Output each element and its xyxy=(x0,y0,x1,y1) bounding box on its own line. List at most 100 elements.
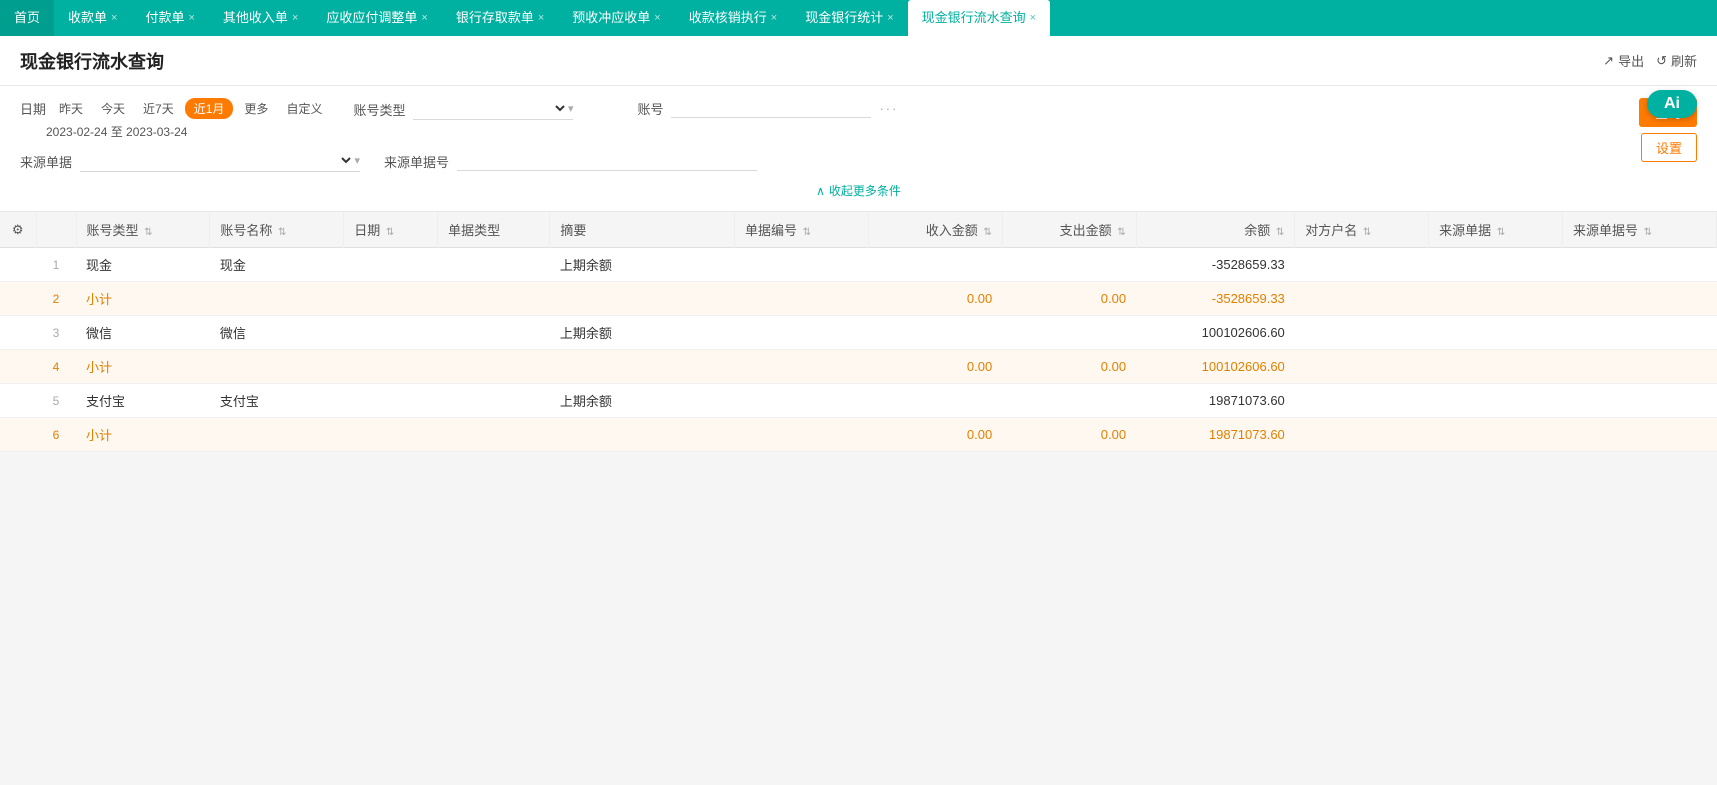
nav-payment-close[interactable]: × xyxy=(188,0,194,36)
cell-balance: 100102606.60 xyxy=(1136,350,1295,384)
date-btn-custom[interactable]: 自定义 xyxy=(279,98,329,119)
export-icon: ↗ xyxy=(1603,53,1614,69)
top-navigation: 首页 收款单 × 付款单 × 其他收入单 × 应收应付调整单 × 银行存取款单 … xyxy=(0,0,1717,36)
collapse-bar[interactable]: ∧ 收起更多条件 xyxy=(20,182,1697,199)
cell-source-doc xyxy=(1429,282,1563,316)
date-btn-1month[interactable]: 近1月 xyxy=(185,98,234,119)
cell-counterparty xyxy=(1295,282,1429,316)
cell-account-name xyxy=(210,282,344,316)
cell-date xyxy=(344,350,438,384)
cell-account-type: 小计 xyxy=(76,350,210,384)
cell-gear xyxy=(0,248,36,282)
export-button[interactable]: ↗ 导出 xyxy=(1603,51,1644,70)
nav-prepaid-offset[interactable]: 预收冲应收单 × xyxy=(558,0,674,36)
nav-receipt-verify[interactable]: 收款核销执行 × xyxy=(675,0,791,36)
nav-receipt-close[interactable]: × xyxy=(111,0,117,36)
cell-doc-type xyxy=(438,316,550,350)
column-balance[interactable]: 余额 ⇅ xyxy=(1136,212,1295,248)
column-date[interactable]: 日期 ⇅ xyxy=(344,212,438,248)
cell-income xyxy=(868,248,1002,282)
nav-receipt[interactable]: 收款单 × xyxy=(54,0,131,36)
nav-prepaid-close[interactable]: × xyxy=(654,0,660,36)
account-type-filter: 账号类型 ▾ xyxy=(353,98,613,120)
cell-counterparty xyxy=(1295,350,1429,384)
ai-badge[interactable]: Ai xyxy=(1647,90,1697,118)
column-index xyxy=(36,212,76,248)
cell-doc-no xyxy=(735,282,869,316)
column-source-doc[interactable]: 来源单据 ⇅ xyxy=(1429,212,1563,248)
cell-summary xyxy=(550,418,735,452)
cell-source-doc xyxy=(1429,248,1563,282)
cell-doc-no xyxy=(735,350,869,384)
table-header-row: ⚙ 账号类型 ⇅ 账号名称 ⇅ 日期 ⇅ 单据类型 摘要 单据编号 ⇅ 收入金额… xyxy=(0,212,1717,248)
cell-expense xyxy=(1002,316,1136,350)
cell-account-type: 微信 xyxy=(76,316,210,350)
cell-account-name: 微信 xyxy=(210,316,344,350)
account-label: 账号 xyxy=(637,99,663,118)
table-row: 1现金现金上期余额-3528659.33 xyxy=(0,248,1717,282)
nav-ar-ap-adjust[interactable]: 应收应付调整单 × xyxy=(312,0,441,36)
cell-account-name xyxy=(210,418,344,452)
cell-account-type: 支付宝 xyxy=(76,384,210,418)
cell-account-name: 现金 xyxy=(210,248,344,282)
nav-other-income-close[interactable]: × xyxy=(292,0,298,36)
nav-bank-deposit[interactable]: 银行存取款单 × xyxy=(442,0,558,36)
account-dots[interactable]: ··· xyxy=(879,101,898,116)
cell-date xyxy=(344,248,438,282)
page-title: 现金银行流水查询 xyxy=(20,48,164,74)
nav-ar-ap-close[interactable]: × xyxy=(421,0,427,36)
cell-income: 0.00 xyxy=(868,418,1002,452)
account-type-label: 账号类型 xyxy=(353,100,405,119)
source-doc-no-input[interactable] xyxy=(457,151,757,170)
cell-counterparty xyxy=(1295,248,1429,282)
account-type-select[interactable] xyxy=(413,98,567,119)
column-counterparty[interactable]: 对方户名 ⇅ xyxy=(1295,212,1429,248)
cell-index: 6 xyxy=(36,418,76,452)
date-btn-more[interactable]: 更多 xyxy=(237,98,275,119)
cell-doc-no xyxy=(735,384,869,418)
cell-source-doc-no xyxy=(1563,316,1717,350)
refresh-icon: ↺ xyxy=(1656,53,1667,69)
column-gear[interactable]: ⚙ xyxy=(0,212,36,248)
cell-balance: 19871073.60 xyxy=(1136,418,1295,452)
cell-index: 4 xyxy=(36,350,76,384)
date-btn-7days[interactable]: 近7天 xyxy=(136,98,181,119)
nav-receipt-verify-close[interactable]: × xyxy=(771,0,777,36)
column-account-type[interactable]: 账号类型 ⇅ xyxy=(76,212,210,248)
cell-gear xyxy=(0,282,36,316)
table-row: 2小计0.000.00-3528659.33 xyxy=(0,282,1717,316)
column-source-doc-no[interactable]: 来源单据号 ⇅ xyxy=(1563,212,1717,248)
cell-doc-type xyxy=(438,248,550,282)
nav-payment[interactable]: 付款单 × xyxy=(131,0,208,36)
settings-button[interactable]: 设置 xyxy=(1641,133,1697,162)
table-container: ⚙ 账号类型 ⇅ 账号名称 ⇅ 日期 ⇅ 单据类型 摘要 单据编号 ⇅ 收入金额… xyxy=(0,212,1717,452)
nav-bank-flow[interactable]: 现金银行流水查询 × xyxy=(908,0,1050,36)
nav-bank-stats-close[interactable]: × xyxy=(887,0,893,36)
nav-other-income[interactable]: 其他收入单 × xyxy=(209,0,312,36)
nav-bank-stats[interactable]: 现金银行统计 × xyxy=(791,0,907,36)
column-income[interactable]: 收入金额 ⇅ xyxy=(868,212,1002,248)
nav-bank-deposit-close[interactable]: × xyxy=(538,0,544,36)
source-doc-no-filter: 来源单据号 xyxy=(384,151,757,171)
cell-gear xyxy=(0,384,36,418)
date-btn-yesterday[interactable]: 昨天 xyxy=(52,98,90,119)
cell-doc-type xyxy=(438,418,550,452)
column-doc-no[interactable]: 单据编号 ⇅ xyxy=(735,212,869,248)
table-row: 4小计0.000.00100102606.60 xyxy=(0,350,1717,384)
data-table: ⚙ 账号类型 ⇅ 账号名称 ⇅ 日期 ⇅ 单据类型 摘要 单据编号 ⇅ 收入金额… xyxy=(0,212,1717,452)
source-doc-select[interactable] xyxy=(80,150,354,171)
column-expense[interactable]: 支出金额 ⇅ xyxy=(1002,212,1136,248)
account-input[interactable] xyxy=(671,98,871,117)
cell-source-doc-no xyxy=(1563,384,1717,418)
nav-home[interactable]: 首页 xyxy=(0,0,54,36)
cell-source-doc xyxy=(1429,316,1563,350)
column-account-name[interactable]: 账号名称 ⇅ xyxy=(210,212,344,248)
refresh-button[interactable]: ↺ 刷新 xyxy=(1656,51,1697,70)
cell-doc-type xyxy=(438,384,550,418)
account-input-wrapper xyxy=(671,98,871,118)
date-btn-today[interactable]: 今天 xyxy=(94,98,132,119)
source-doc-label: 来源单据 xyxy=(20,152,72,171)
cell-source-doc-no xyxy=(1563,248,1717,282)
nav-bank-flow-close[interactable]: × xyxy=(1030,0,1036,36)
cell-balance: 19871073.60 xyxy=(1136,384,1295,418)
